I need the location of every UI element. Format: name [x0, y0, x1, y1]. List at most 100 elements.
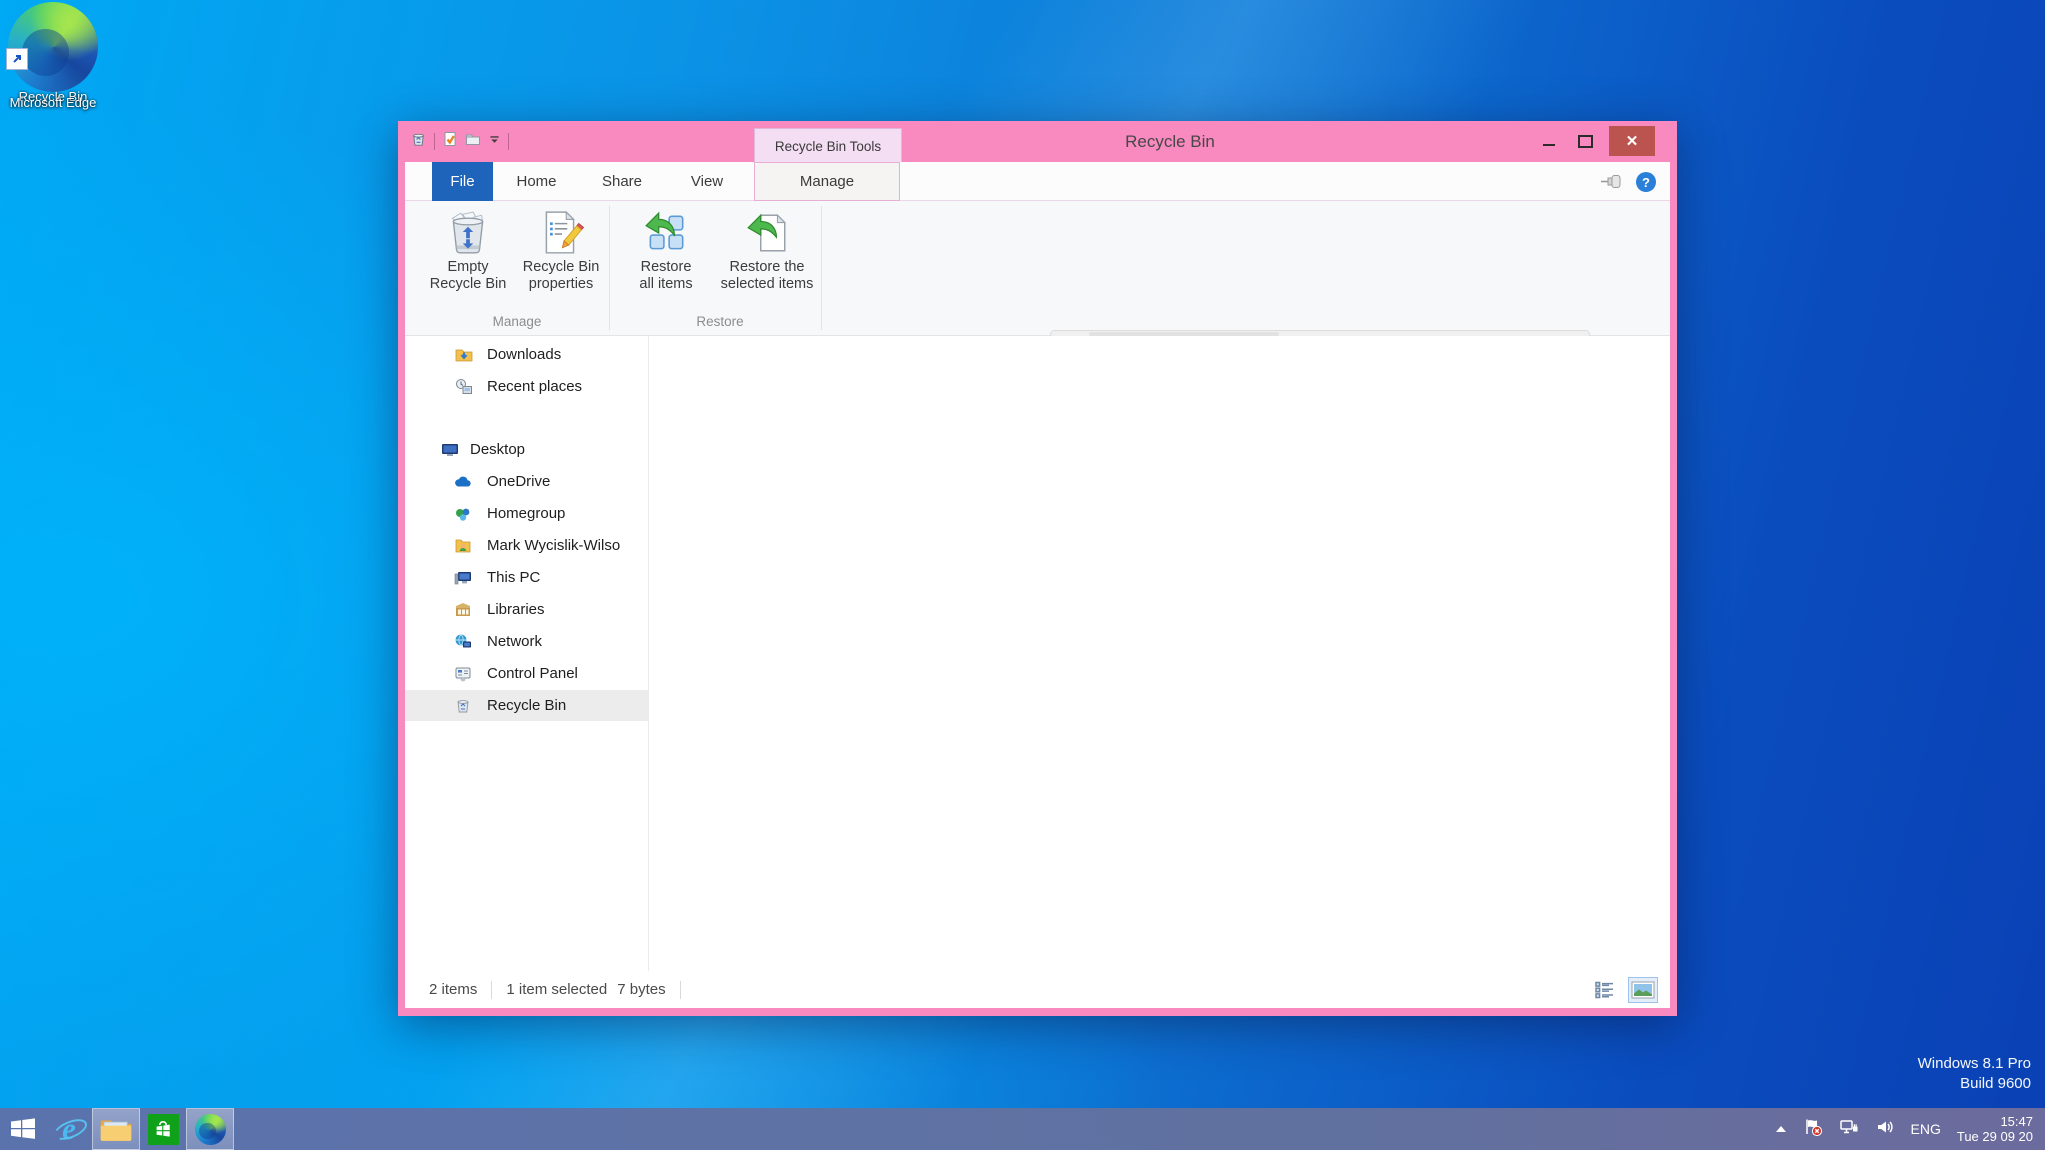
sidebar-item-label: Recycle Bin [487, 697, 567, 714]
recycle-bin-small-icon [457, 699, 469, 712]
button-label-line1: Recycle Bin [522, 259, 600, 275]
details-view-icon [1595, 981, 1613, 998]
language-indicator[interactable]: ENG [1911, 1121, 1941, 1137]
window-title: Recycle Bin [1125, 132, 1215, 151]
tab-view[interactable]: View [675, 162, 739, 200]
empty-recycle-bin-button[interactable]: Empty Recycle Bin [425, 207, 511, 315]
taskbar-clock[interactable]: 15:47 Tue 29 09 20 [1957, 1114, 2033, 1144]
close-icon: ✕ [1625, 133, 1639, 150]
volume-icon[interactable] [1875, 1117, 1895, 1142]
edge-logo-icon [194, 1113, 226, 1145]
desktop-icon-label: Microsoft Edge [9, 95, 97, 110]
maximize-icon [1577, 134, 1593, 148]
sidebar-item-onedrive[interactable]: OneDrive [405, 466, 648, 497]
this-pc-icon [454, 571, 471, 584]
taskbar-internet-explorer[interactable]: e [46, 1108, 92, 1150]
tab-home[interactable]: Home [505, 162, 568, 200]
show-hidden-icons-button[interactable] [1775, 1120, 1787, 1138]
pin-ribbon-icon[interactable] [1600, 174, 1624, 194]
network-status-icon[interactable] [1839, 1117, 1859, 1142]
sidebar-item-recycle-bin[interactable]: Recycle Bin [405, 690, 648, 721]
shortcut-arrow-icon [6, 48, 28, 70]
restore-all-items-icon [619, 207, 713, 259]
edge-logo-icon [0, 0, 106, 92]
sidebar-item-label: Libraries [487, 601, 545, 618]
empty-recycle-bin-icon [425, 207, 511, 259]
qat-customize-chevron-icon[interactable] [488, 133, 501, 151]
tab-share[interactable]: Share [590, 162, 654, 200]
action-center-flag-icon[interactable] [1803, 1117, 1823, 1142]
sidebar-item-libraries[interactable]: Libraries [405, 594, 648, 625]
os-watermark: Windows 8.1 Pro Build 9600 [1918, 1054, 2031, 1094]
tab-manage[interactable]: Manage [754, 162, 900, 201]
sidebar-item-label: Mark Wycislik-Wilso [487, 537, 621, 554]
file-explorer-icon [100, 1120, 132, 1141]
sidebar-item-label: Recent places [487, 378, 583, 395]
sidebar-item-recent-places[interactable]: Recent places [405, 371, 648, 402]
onedrive-cloud-icon [455, 476, 471, 486]
explorer-window: Recycle Bin Tools Recycle Bin ✕ File Hom… [398, 121, 1677, 1016]
status-bar: 2 items 1 item selected 7 bytes [405, 971, 1670, 1008]
ribbon-group-separator [821, 206, 822, 330]
os-watermark-line1: Windows 8.1 Pro [1917, 1055, 2031, 1072]
restore-selected-items-button[interactable]: Restore the selected items [713, 207, 821, 315]
os-watermark-line2: Build 9600 [1960, 1075, 2031, 1092]
properties-icon [513, 207, 609, 259]
sidebar-item-user-folder[interactable]: Mark Wycislik-Wilso [405, 530, 648, 561]
windows-store-icon [147, 1113, 179, 1145]
quick-access-toolbar [410, 121, 509, 162]
sidebar-item-this-pc[interactable]: This PC [405, 562, 648, 593]
internet-explorer-icon: e [51, 1112, 90, 1146]
window-controls: ✕ [1531, 126, 1655, 156]
recent-places-icon [456, 378, 472, 394]
file-list-area[interactable] [649, 336, 1670, 971]
help-button[interactable]: ? [1636, 172, 1656, 192]
recycle-bin-properties-button[interactable]: Recycle Bin properties [513, 207, 609, 315]
sidebar-item-downloads[interactable]: Downloads [405, 339, 648, 370]
button-label-line1: Empty [447, 259, 489, 275]
button-label-line2: all items [639, 276, 693, 292]
sidebar-item-control-panel[interactable]: Control Panel [405, 658, 648, 689]
ribbon-group-label-manage: Manage [492, 314, 542, 329]
restore-all-items-button[interactable]: Restore all items [619, 207, 713, 315]
desktop-icon-microsoft-edge[interactable]: Microsoft Edge [0, 0, 106, 110]
toolbar-separator [508, 133, 509, 150]
sidebar-item-desktop[interactable]: Desktop [405, 434, 648, 465]
start-button[interactable] [0, 1108, 46, 1150]
ribbon-group-label-restore: Restore [696, 314, 744, 329]
control-panel-icon [455, 667, 471, 681]
taskbar-windows-store[interactable] [140, 1108, 186, 1150]
sidebar-item-label: Network [487, 633, 543, 650]
clock-time: 15:47 [2000, 1114, 2033, 1129]
user-folder-icon [455, 539, 471, 552]
details-view-button[interactable] [1590, 977, 1620, 1003]
view-toggle-group [1590, 971, 1658, 1008]
button-label-line1: Restore [640, 259, 692, 275]
tab-file[interactable]: File [432, 162, 493, 201]
button-label-line1: Restore the [729, 259, 805, 275]
minimize-button[interactable] [1531, 126, 1567, 156]
system-tray: ENG 15:47 Tue 29 09 20 [1775, 1108, 2045, 1150]
sidebar-item-label: This PC [487, 569, 541, 586]
maximize-button[interactable] [1567, 126, 1603, 156]
minimize-icon [1543, 144, 1555, 146]
sidebar-item-homegroup[interactable]: Homegroup [405, 498, 648, 529]
qat-new-folder-icon[interactable] [465, 131, 481, 152]
window-content: Downloads Recent places Desktop OneDrive… [405, 330, 1670, 971]
clock-date: Tue 29 09 20 [1956, 1129, 2033, 1144]
sidebar-item-network[interactable]: Network [405, 626, 648, 657]
homegroup-icon [456, 508, 470, 521]
qat-properties-icon[interactable] [442, 131, 458, 152]
taskbar-file-explorer[interactable] [92, 1108, 140, 1150]
sidebar-item-label: Downloads [487, 346, 562, 363]
taskbar: e ENG 15:47 Tue 29 09 20 [0, 1108, 2045, 1150]
taskbar-microsoft-edge[interactable] [186, 1108, 234, 1150]
desktop-icon [442, 443, 458, 456]
thumbnail-view-button[interactable] [1628, 976, 1658, 1003]
button-label-line2: selected items [720, 276, 814, 292]
sidebar-item-label: Desktop [470, 441, 526, 458]
close-button[interactable]: ✕ [1609, 126, 1655, 156]
title-bar[interactable]: Recycle Bin Tools Recycle Bin ✕ [398, 121, 1677, 163]
button-label-line2: Recycle Bin [429, 276, 507, 292]
navigation-pane: Downloads Recent places Desktop OneDrive… [405, 336, 648, 971]
